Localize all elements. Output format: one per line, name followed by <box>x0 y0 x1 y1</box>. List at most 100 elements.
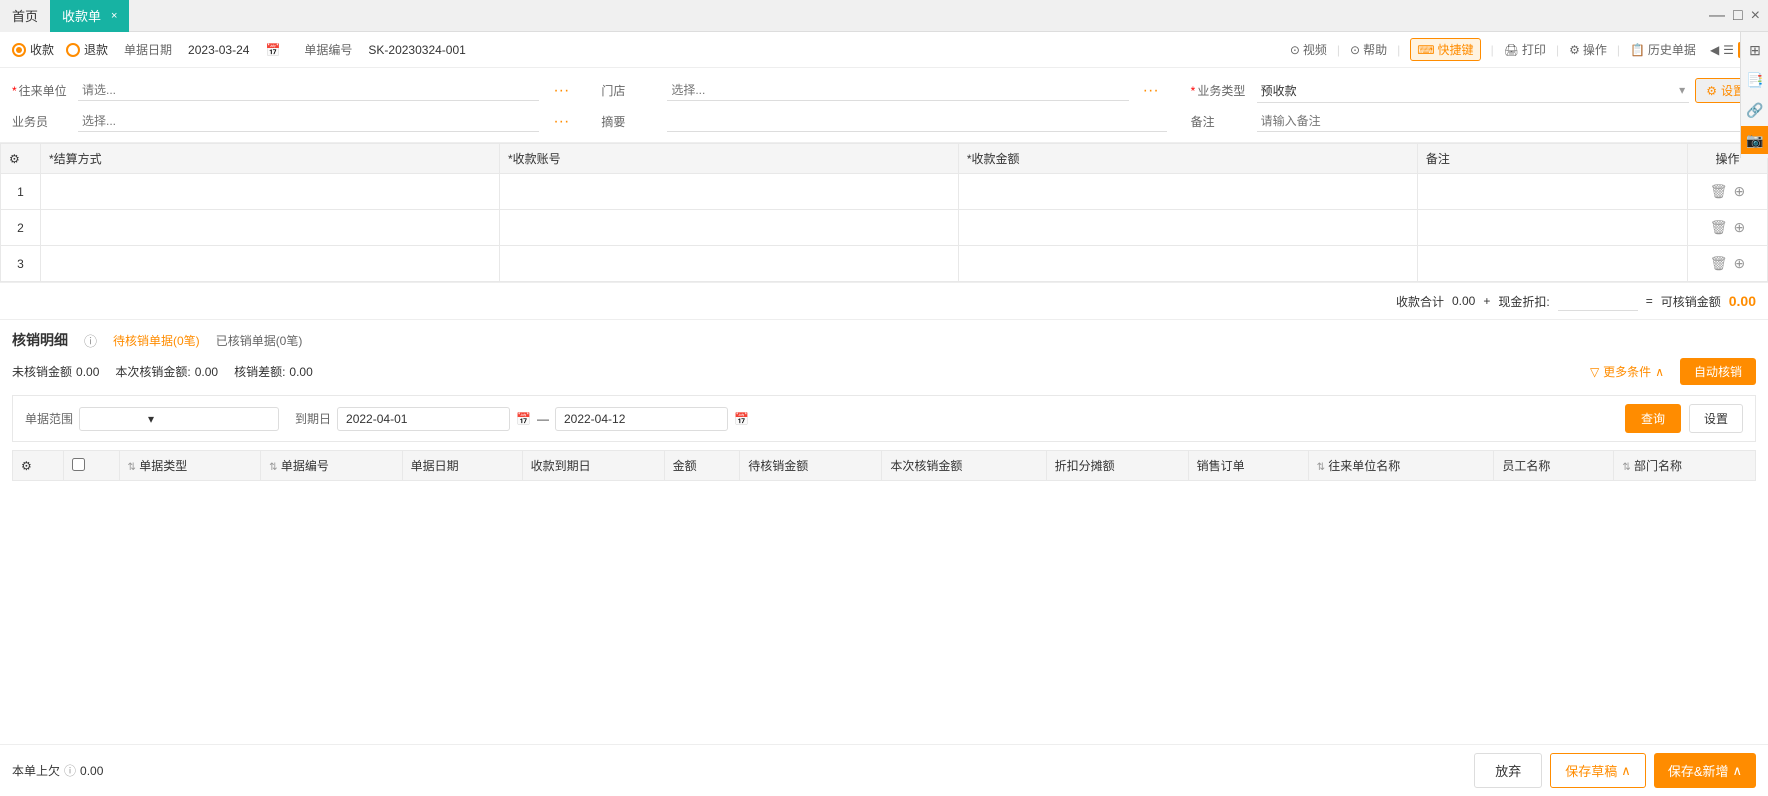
col-amount: 金额 <box>664 451 740 481</box>
list-icon[interactable]: ☰ <box>1723 43 1734 57</box>
history-btn[interactable]: 📋 历史单据 <box>1630 41 1696 58</box>
info-circle-icon[interactable]: ⓘ <box>64 762 76 779</box>
discount-input[interactable] <box>1558 291 1638 311</box>
amount-cell-2[interactable] <box>958 210 1417 246</box>
col-settings-header: ⚙ <box>1 144 41 174</box>
bottom-bar-label: 本单上欠 <box>12 762 60 779</box>
radio-receive[interactable]: 收款 <box>12 41 54 58</box>
sidebar-doc-icon[interactable]: 📑 <box>1741 66 1768 94</box>
delete-icon[interactable]: 🗑 <box>1710 183 1728 200</box>
remark-cell-2[interactable] <box>1417 210 1687 246</box>
business-type-select[interactable]: 预收款 ▾ <box>1257 79 1690 103</box>
row-num-3: 3 <box>1 246 41 282</box>
main-table: ⚙ *结算方式 *收款账号 *收款金额 备注 操作 1 <box>0 143 1768 282</box>
remark-cell-1[interactable] <box>1417 174 1687 210</box>
store-more-btn[interactable]: ··· <box>1135 82 1167 100</box>
uncancelled-stat: 未核销金额 0.00 <box>12 363 99 380</box>
col-amount-header: *收款金额 <box>958 144 1417 174</box>
minimize-icon[interactable]: — <box>1709 7 1725 25</box>
counterpart-more-btn[interactable]: ··· <box>545 82 577 100</box>
store-input[interactable] <box>667 80 1128 101</box>
range-select[interactable]: ▾ <box>79 407 279 431</box>
sidebar-table-icon[interactable]: ⊞ <box>1741 36 1768 64</box>
amount-cell-1[interactable] <box>958 174 1417 210</box>
store-field: 门店 ··· <box>601 80 1166 101</box>
abandon-button[interactable]: 放弃 <box>1474 753 1542 788</box>
radio-refund[interactable]: 退款 <box>66 41 108 58</box>
close-icon[interactable]: × <box>1751 7 1760 25</box>
account-cell-3[interactable] <box>499 246 958 282</box>
save-draft-button[interactable]: 保存草稿 ∧ <box>1550 753 1646 788</box>
select-all-checkbox[interactable] <box>72 458 85 471</box>
chevron-up-icon: ∧ <box>1655 365 1664 379</box>
filter-row: 单据范围 ▾ 到期日 📅 — 📅 查询 设置 <box>12 395 1756 442</box>
shortcut-btn[interactable]: ⌨ 快捷键 <box>1410 38 1480 61</box>
delete-icon[interactable]: 🗑 <box>1710 255 1728 272</box>
tab-close-icon[interactable]: × <box>111 10 117 22</box>
copy-icon[interactable]: ⊕ <box>1734 183 1746 200</box>
copy-icon[interactable]: ⊕ <box>1734 219 1746 236</box>
table-row: 1 🗑 ⊕ <box>1 174 1768 210</box>
account-cell-2[interactable] <box>499 210 958 246</box>
save-new-button[interactable]: 保存&新增 ∧ <box>1654 753 1756 788</box>
prev-icon[interactable]: ◀ <box>1710 43 1719 57</box>
gear-icon[interactable]: ⚙ <box>21 459 32 473</box>
bottom-bar-value: 0.00 <box>80 764 103 778</box>
settlement-cell-1[interactable] <box>41 174 500 210</box>
settlement-cell-2[interactable] <box>41 210 500 246</box>
maximize-icon[interactable]: □ <box>1733 7 1743 25</box>
col-settlement-header: *结算方式 <box>41 144 500 174</box>
chevron-up-icon: ∧ <box>1732 763 1742 779</box>
col-doc-date: 单据日期 <box>402 451 522 481</box>
info-icon[interactable]: ⓘ <box>84 331 97 350</box>
pending-tab[interactable]: 待核销单据(0笔) <box>113 332 200 349</box>
auto-writeoff-button[interactable]: 自动核销 <box>1680 358 1756 385</box>
remark-cell-3[interactable] <box>1417 246 1687 282</box>
settlement-cell-3[interactable] <box>41 246 500 282</box>
done-tab[interactable]: 已核销单据(0笔) <box>216 332 303 349</box>
counterpart-field: 往来单位 ··· <box>12 80 577 101</box>
number-value: SK-20230324-001 <box>368 43 465 57</box>
total-result: 0.00 <box>1729 293 1756 309</box>
operation-btn[interactable]: ⚙ 操作 <box>1569 41 1607 58</box>
writeoff-stats: 未核销金额 0.00 本次核销金额: 0.00 核销差额: 0.00 ▽ 更多条… <box>12 358 1756 385</box>
col-current-amount: 本次核销金额 <box>882 451 1046 481</box>
query-button[interactable]: 查询 <box>1625 404 1681 433</box>
print-btn[interactable]: 🖨 打印 <box>1504 41 1546 58</box>
tab-current[interactable]: 收款单 × <box>50 0 129 32</box>
delete-icon[interactable]: 🗑 <box>1710 219 1728 236</box>
video-btn[interactable]: ⊙ 视频 <box>1290 41 1327 58</box>
toolbar-right: ⊙ 视频 | ⊙ 帮助 | ⌨ 快捷键 | 🖨 打印 | ⚙ 操作 | 📋 历史… <box>1290 38 1756 61</box>
date-to-input[interactable] <box>555 407 728 431</box>
date-to-icon[interactable]: 📅 <box>734 412 749 426</box>
salesperson-more-btn[interactable]: ··· <box>545 113 577 131</box>
salesperson-input[interactable] <box>78 111 539 132</box>
current-value: 0.00 <box>195 365 218 379</box>
help-btn[interactable]: ⊙ 帮助 <box>1350 41 1387 58</box>
form-section: 往来单位 ··· 门店 ··· 业务类型 预收款 ▾ ⚙ 设置 <box>0 68 1768 143</box>
action-cell-2: 🗑 ⊕ <box>1688 210 1768 246</box>
tab-home[interactable]: 首页 <box>0 0 50 32</box>
date-from-input[interactable] <box>337 407 510 431</box>
sidebar-link-icon[interactable]: 🔗 <box>1741 96 1768 124</box>
date-picker-icon[interactable]: 📅 <box>265 43 280 57</box>
remarks-input[interactable] <box>1257 111 1756 132</box>
amount-cell-3[interactable] <box>958 246 1417 282</box>
account-cell-1[interactable] <box>499 174 958 210</box>
filter-icon: ▽ <box>1590 365 1599 379</box>
summary-input[interactable] <box>667 111 1166 132</box>
col-employee: 员工名称 <box>1494 451 1614 481</box>
setting-button-2[interactable]: 设置 <box>1689 404 1743 433</box>
col-doc-num: ⇅ 单据编号 <box>261 451 403 481</box>
business-type-value: 预收款 <box>1261 82 1676 99</box>
date-from-icon[interactable]: 📅 <box>516 412 531 426</box>
col-remark-header: 备注 <box>1417 144 1687 174</box>
sidebar-camera-icon[interactable]: 📷 <box>1741 126 1768 154</box>
tab-bar: 首页 收款单 × — □ × <box>0 0 1768 32</box>
gear-icon[interactable]: ⚙ <box>9 152 20 166</box>
bottom-info: 本单上欠 ⓘ 0.00 <box>12 762 103 779</box>
more-conditions-btn[interactable]: ▽ 更多条件 ∧ <box>1590 363 1664 380</box>
counterpart-input[interactable] <box>78 80 539 101</box>
due-label: 到期日 <box>295 410 331 427</box>
copy-icon[interactable]: ⊕ <box>1734 255 1746 272</box>
